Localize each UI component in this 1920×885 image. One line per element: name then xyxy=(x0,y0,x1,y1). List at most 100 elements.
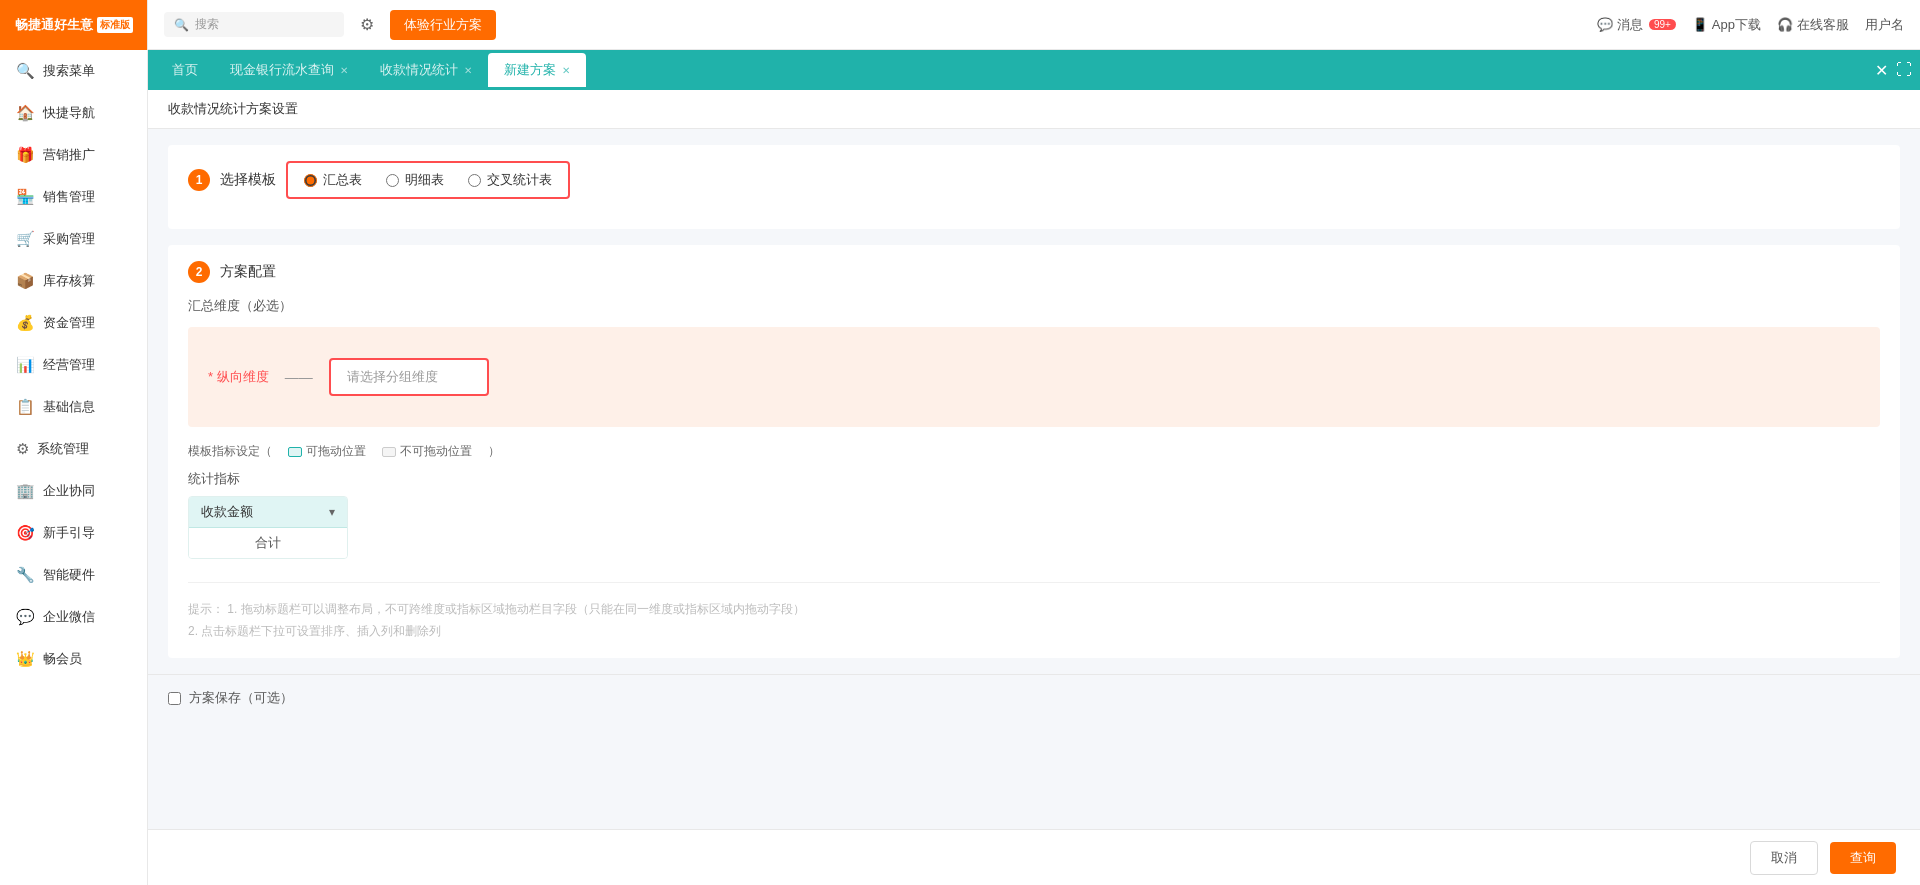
option-detail[interactable]: 明细表 xyxy=(386,171,444,189)
metrics-title-text: 模板指标设定（ xyxy=(188,443,272,460)
sidebar-item-search-menu[interactable]: 🔍 搜索菜单 xyxy=(0,50,147,92)
tab-new-plan[interactable]: 新建方案 ✕ xyxy=(488,53,586,87)
sidebar-item-quick-nav[interactable]: 🏠 快捷导航 xyxy=(0,92,147,134)
tab-new-plan-label: 新建方案 xyxy=(504,61,556,79)
chevron-down-icon[interactable]: ▾ xyxy=(329,505,335,519)
finance-icon: 💰 xyxy=(16,314,35,332)
radio-summary[interactable] xyxy=(304,174,317,187)
tips-section: 提示： 1. 拖动标题栏可以调整布局，不可跨维度或指标区域拖动栏目字段（只能在同… xyxy=(188,582,1880,642)
step2-header: 2 方案配置 xyxy=(188,261,1880,283)
sidebar-item-operations[interactable]: 📊 经营管理 xyxy=(0,344,147,386)
maximize-icon[interactable]: ⛶ xyxy=(1896,61,1912,80)
sidebar-item-inventory[interactable]: 📦 库存核算 xyxy=(0,260,147,302)
tab-home[interactable]: 首页 xyxy=(156,53,214,87)
step1-section: 1 选择模板 汇总表 明细表 交叉统计表 xyxy=(168,145,1900,229)
enterprise-icon: 🏢 xyxy=(16,482,35,500)
navtabs: 首页 现金银行流水查询 ✕ 收款情况统计 ✕ 新建方案 ✕ ✕ ⛶ xyxy=(148,50,1920,90)
content-area: 收款情况统计方案设置 1 选择模板 汇总表 明细表 xyxy=(148,90,1920,829)
sidebar-item-vip[interactable]: 👑 畅会员 xyxy=(0,638,147,680)
search-box[interactable]: 🔍 搜索 xyxy=(164,12,344,37)
dimension-area: * 纵向维度 —— 请选择分组维度 xyxy=(188,327,1880,427)
save-section: 方案保存（可选） xyxy=(148,674,1920,721)
dimension-title: 汇总维度（必选） xyxy=(188,297,1880,315)
user-menu[interactable]: 用户名 xyxy=(1865,16,1904,34)
step2-section: 2 方案配置 汇总维度（必选） * 纵向维度 —— 请选择分组维度 xyxy=(168,245,1900,658)
save-label[interactable]: 方案保存（可选） xyxy=(189,689,293,707)
query-button[interactable]: 查询 xyxy=(1830,842,1896,874)
logo-text: 畅捷通好生意 xyxy=(15,16,93,34)
sidebar-item-system[interactable]: ⚙ 系统管理 xyxy=(0,428,147,470)
tab-receipts-stats[interactable]: 收款情况统计 ✕ xyxy=(364,53,488,87)
page-body: 1 选择模板 汇总表 明细表 交叉统计表 xyxy=(148,129,1920,674)
footer-bar: 取消 查询 xyxy=(148,829,1920,885)
dimension-row: * 纵向维度 —— 请选择分组维度 xyxy=(208,358,489,396)
user-name: 用户名 xyxy=(1865,16,1904,34)
sidebar-item-hardware[interactable]: 🔧 智能硬件 xyxy=(0,554,147,596)
sidebar-item-basics[interactable]: 📋 基础信息 xyxy=(0,386,147,428)
page-header: 收款情况统计方案设置 xyxy=(148,90,1920,129)
notification-button[interactable]: 💬 消息 99+ xyxy=(1597,16,1676,34)
tip2: 2. 点击标题栏下拉可设置排序、插入列和删除列 xyxy=(188,621,1880,643)
no-drag-indicator xyxy=(382,447,396,457)
metrics-table: 收款金额 ▾ 合计 xyxy=(188,496,348,559)
search-icon: 🔍 xyxy=(174,18,189,32)
home-icon: 🏠 xyxy=(16,104,35,122)
sidebar-item-guide[interactable]: 🎯 新手引导 xyxy=(0,512,147,554)
sidebar: 畅捷通好生意 标准版 🔍 搜索菜单 🏠 快捷导航 🎁 营销推广 🏪 销售管理 🛒… xyxy=(0,0,148,885)
search-placeholder: 搜索 xyxy=(195,16,219,33)
metrics-settings-header: 模板指标设定（ 可拖动位置 不可拖动位置 ） xyxy=(188,443,1880,460)
tip1: 提示： 1. 拖动标题栏可以调整布局，不可跨维度或指标区域拖动栏目字段（只能在同… xyxy=(188,599,1880,621)
save-checkbox[interactable] xyxy=(168,692,181,705)
inventory-icon: 📦 xyxy=(16,272,35,290)
tab-home-label: 首页 xyxy=(172,61,198,79)
sidebar-item-purchase[interactable]: 🛒 采购管理 xyxy=(0,218,147,260)
metrics-column-header[interactable]: 收款金额 ▾ xyxy=(189,497,347,528)
sidebar-item-finance[interactable]: 💰 资金管理 xyxy=(0,302,147,344)
system-icon: ⚙ xyxy=(16,440,29,458)
close-bank-flow-icon[interactable]: ✕ xyxy=(340,65,348,76)
tab-bank-flow-label: 现金银行流水查询 xyxy=(230,61,334,79)
settings-icon[interactable]: ⚙ xyxy=(360,15,374,34)
cancel-button[interactable]: 取消 xyxy=(1750,841,1818,875)
purchase-icon: 🛒 xyxy=(16,230,35,248)
step1-header: 1 选择模板 汇总表 明细表 交叉统计表 xyxy=(188,161,1880,199)
template-options: 汇总表 明细表 交叉统计表 xyxy=(286,161,570,199)
radio-cross[interactable] xyxy=(468,174,481,187)
download-button[interactable]: 📱 App下载 xyxy=(1692,16,1761,34)
main-area: 🔍 搜索 ⚙ 体验行业方案 💬 消息 99+ 📱 App下载 🎧 在线客服 用户… xyxy=(148,0,1920,885)
no-drag-label: 不可拖动位置 xyxy=(400,443,472,460)
guide-icon: 🎯 xyxy=(16,524,35,542)
tab-controls: ✕ ⛶ xyxy=(1875,61,1912,80)
option-summary[interactable]: 汇总表 xyxy=(304,171,362,189)
option-cross[interactable]: 交叉统计表 xyxy=(468,171,552,189)
topbar: 🔍 搜索 ⚙ 体验行业方案 💬 消息 99+ 📱 App下载 🎧 在线客服 用户… xyxy=(148,0,1920,50)
sidebar-item-sales[interactable]: 🏪 销售管理 xyxy=(0,176,147,218)
notification-badge: 99+ xyxy=(1649,19,1676,30)
operations-icon: 📊 xyxy=(16,356,35,374)
service-button[interactable]: 🎧 在线客服 xyxy=(1777,16,1849,34)
metrics-title-suffix: ） xyxy=(488,443,500,460)
drag-indicator xyxy=(288,447,302,457)
radio-detail[interactable] xyxy=(386,174,399,187)
sales-icon: 🏪 xyxy=(16,188,35,206)
dimension-placeholder: 请选择分组维度 xyxy=(347,369,438,384)
tab-bank-flow[interactable]: 现金银行流水查询 ✕ xyxy=(214,53,364,87)
sidebar-item-enterprise[interactable]: 🏢 企业协同 xyxy=(0,470,147,512)
close-all-icon[interactable]: ✕ xyxy=(1875,61,1888,80)
vip-icon: 👑 xyxy=(16,650,35,668)
trial-button[interactable]: 体验行业方案 xyxy=(390,10,496,40)
sidebar-item-marketing[interactable]: 🎁 营销推广 xyxy=(0,134,147,176)
close-receipts-icon[interactable]: ✕ xyxy=(464,65,472,76)
wechat-icon: 💬 xyxy=(16,608,35,626)
gift-icon: 🎁 xyxy=(16,146,35,164)
service-icon: 🎧 xyxy=(1777,17,1793,32)
search-menu-icon: 🔍 xyxy=(16,62,35,80)
vertical-label: * 纵向维度 xyxy=(208,368,269,386)
total-label: 合计 xyxy=(255,535,281,550)
page-title: 收款情况统计方案设置 xyxy=(168,101,298,116)
sidebar-item-wechat[interactable]: 💬 企业微信 xyxy=(0,596,147,638)
close-new-plan-icon[interactable]: ✕ xyxy=(562,65,570,76)
hardware-icon: 🔧 xyxy=(16,566,35,584)
column-header-text: 收款金额 xyxy=(201,503,253,521)
dimension-select[interactable]: 请选择分组维度 xyxy=(329,358,489,396)
